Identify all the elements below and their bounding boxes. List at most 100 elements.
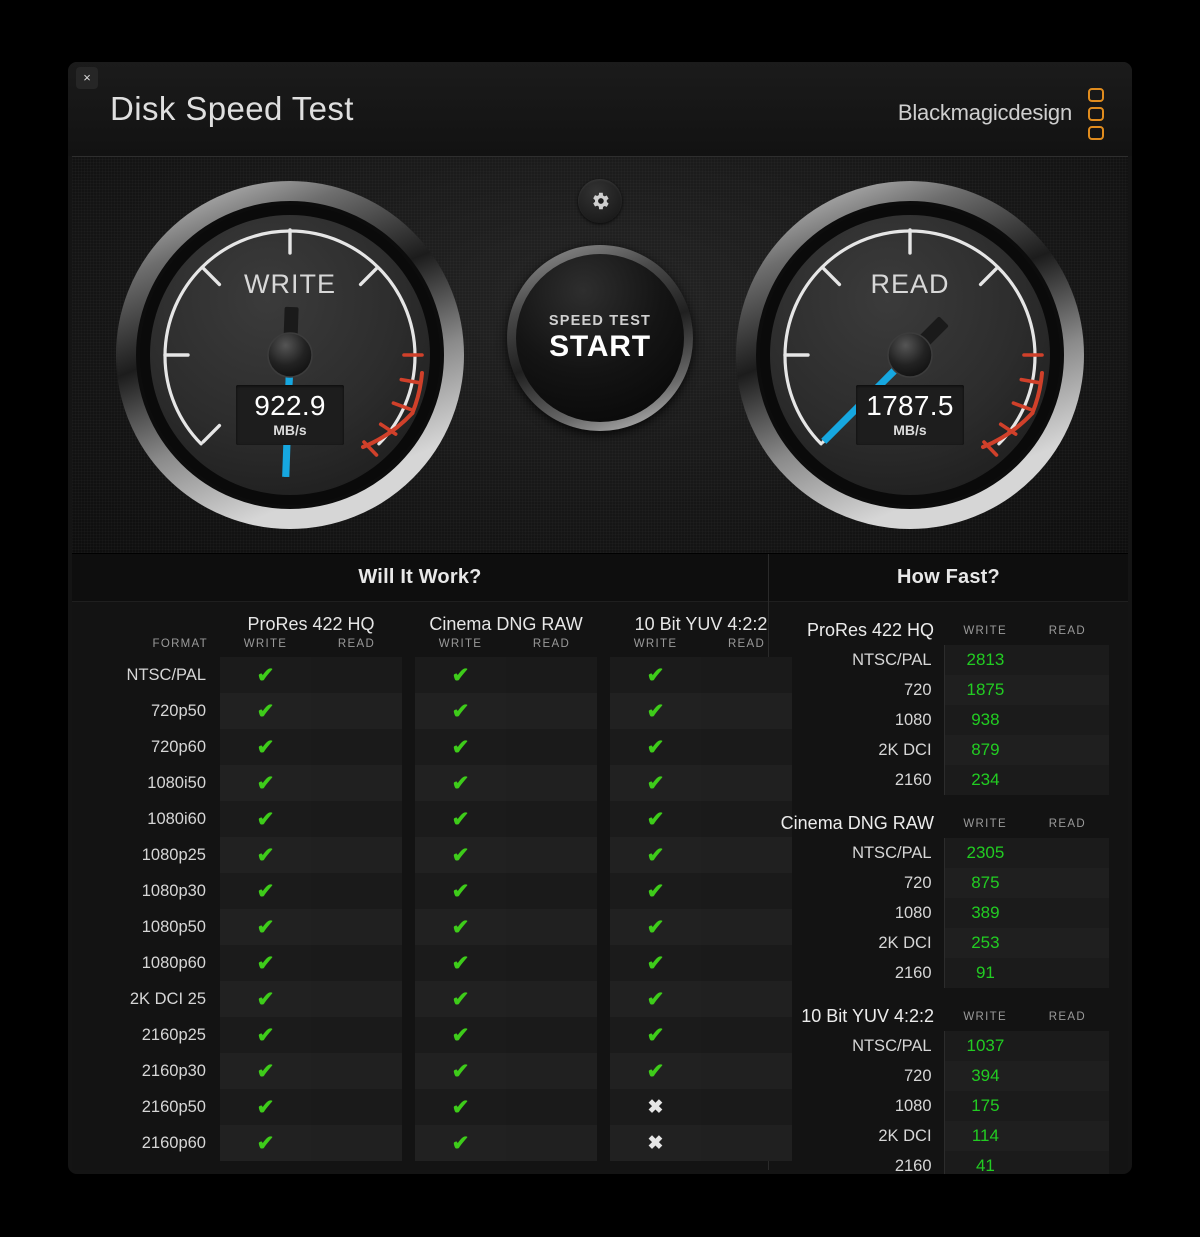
will-it-work-table: ProRes 422 HQ Cinema DNG RAW 10 Bit YUV 4:… — [72, 604, 793, 1161]
read-result-cell — [311, 729, 402, 765]
resolution-label: 2K DCI — [878, 740, 932, 759]
write-result-cell: ✔ — [220, 765, 311, 801]
read-value: 1787.5 — [866, 390, 954, 421]
write-result-cell: ✔ — [610, 981, 702, 1017]
read-result-cell — [506, 1125, 598, 1161]
check-icon: ✔ — [256, 1059, 275, 1083]
write-result-cell: ✔ — [220, 873, 311, 909]
check-icon: ✔ — [646, 843, 665, 867]
write-unit: MB/s — [273, 422, 307, 439]
read-result-cell — [311, 1017, 402, 1053]
table-row: 2160p25 ✔ ✔ ✔ — [72, 1017, 793, 1053]
format-label: 720p50 — [150, 701, 206, 720]
write-result-cell: ✔ — [415, 945, 506, 981]
gear-icon — [593, 192, 609, 210]
write-speed-value: 234 — [943, 765, 1027, 795]
read-column-header: READ — [337, 638, 376, 650]
write-speed-value: 938 — [943, 705, 1027, 735]
read-column-header: READ — [1048, 817, 1086, 830]
how-fast-group-header: 10 Bit YUV 4:2:2 WRITE READ — [769, 994, 1128, 1031]
table-row: 1080p50 ✔ ✔ ✔ — [72, 909, 793, 945]
write-gauge: WRITE 922.9 MB/s — [110, 175, 470, 535]
write-result-cell: ✔ — [415, 1125, 506, 1161]
read-speed-value — [1026, 1091, 1109, 1121]
gauge-panel: WRITE 922.9 MB/s READ 1787.5 MB/s SPEED … — [72, 156, 1128, 554]
settings-button[interactable] — [578, 179, 622, 223]
format-label: 2160p30 — [141, 1061, 206, 1080]
write-result-cell: ✔ — [415, 657, 506, 693]
read-result-cell — [311, 765, 402, 801]
close-icon[interactable]: × — [76, 67, 98, 89]
write-speed-value: 1875 — [943, 675, 1027, 705]
write-result-cell: ✔ — [415, 729, 506, 765]
read-speed-value — [1026, 1031, 1109, 1061]
write-speed-value: 175 — [943, 1091, 1027, 1121]
table-row: 1080 175 — [769, 1091, 1128, 1121]
check-icon: ✔ — [451, 1023, 470, 1047]
check-icon: ✔ — [256, 1023, 275, 1047]
read-result-cell — [506, 945, 598, 981]
check-icon: ✔ — [256, 663, 275, 687]
table-row: 2K DCI 253 — [769, 928, 1128, 958]
check-icon: ✔ — [256, 735, 275, 759]
write-column-header: WRITE — [243, 638, 288, 650]
read-result-cell — [506, 693, 598, 729]
read-result-cell — [311, 945, 402, 981]
read-result-cell — [506, 909, 598, 945]
codec-header-row: ProRes 422 HQ Cinema DNG RAW 10 Bit YUV 4:… — [72, 604, 792, 637]
check-icon: ✔ — [451, 843, 470, 867]
read-column-header: READ — [532, 638, 571, 650]
table-row: 1080 389 — [769, 898, 1128, 928]
read-speed-value — [1026, 765, 1109, 795]
codec-name: 10 Bit YUV 4:2:2 — [801, 1006, 935, 1026]
write-result-cell: ✔ — [220, 1089, 311, 1125]
check-icon: ✔ — [451, 1131, 470, 1155]
write-result-cell: ✔ — [220, 657, 311, 693]
how-fast-title: How Fast? — [769, 554, 1128, 602]
check-icon: ✔ — [256, 879, 275, 903]
table-row: 720 875 — [769, 868, 1128, 898]
write-result-cell: ✔ — [220, 1017, 311, 1053]
write-result-cell: ✔ — [610, 1053, 702, 1089]
resolution-label: 2160 — [894, 770, 932, 789]
write-column-header: WRITE — [963, 817, 1007, 830]
spacer-cell — [72, 604, 220, 637]
resolution-label: 1080 — [894, 903, 932, 922]
read-result-cell — [311, 1053, 402, 1089]
how-fast-group: 10 Bit YUV 4:2:2 WRITE READ NTSC/PAL 1037 720… — [769, 994, 1128, 1174]
read-unit: MB/s — [893, 422, 927, 439]
read-column-header: READ — [1048, 1010, 1086, 1023]
read-result-cell — [311, 801, 402, 837]
table-row: 2K DCI 25 ✔ ✔ ✔ — [72, 981, 793, 1017]
start-button-sublabel: SPEED TEST — [548, 312, 652, 329]
read-column-header: READ — [1048, 624, 1086, 637]
resolution-label: NTSC/PAL — [852, 1036, 932, 1055]
format-label: 1080p60 — [141, 953, 206, 972]
check-icon: ✔ — [646, 699, 665, 723]
cross-icon: ✖ — [647, 1132, 664, 1154]
read-speed-value — [1026, 958, 1109, 988]
write-column-header: WRITE — [633, 638, 678, 650]
check-icon: ✔ — [451, 735, 470, 759]
start-button-face[interactable]: SPEED TEST START — [516, 254, 684, 422]
write-result-cell: ✔ — [610, 837, 702, 873]
read-gauge: READ 1787.5 MB/s — [730, 175, 1090, 535]
write-speed-value: 879 — [943, 735, 1027, 765]
speed-test-start-button[interactable]: SPEED TEST START — [507, 245, 693, 431]
table-row: 2160 91 — [769, 958, 1128, 988]
check-icon: ✔ — [451, 1095, 470, 1119]
read-speed-value — [1026, 1121, 1109, 1151]
table-row: 720 394 — [769, 1061, 1128, 1091]
check-icon: ✔ — [451, 879, 470, 903]
write-speed-value: 253 — [943, 928, 1027, 958]
write-column-header: WRITE — [963, 624, 1007, 637]
write-column-header: WRITE — [963, 1010, 1007, 1023]
read-result-cell — [506, 1017, 598, 1053]
format-label: 1080p50 — [141, 917, 206, 936]
write-result-cell: ✔ — [220, 729, 311, 765]
read-result-cell — [311, 1089, 402, 1125]
format-label: 720p60 — [150, 737, 206, 756]
read-result-cell — [311, 693, 402, 729]
table-row: NTSC/PAL 2813 — [769, 645, 1128, 675]
table-row: 720p50 ✔ ✔ ✔ — [72, 693, 793, 729]
